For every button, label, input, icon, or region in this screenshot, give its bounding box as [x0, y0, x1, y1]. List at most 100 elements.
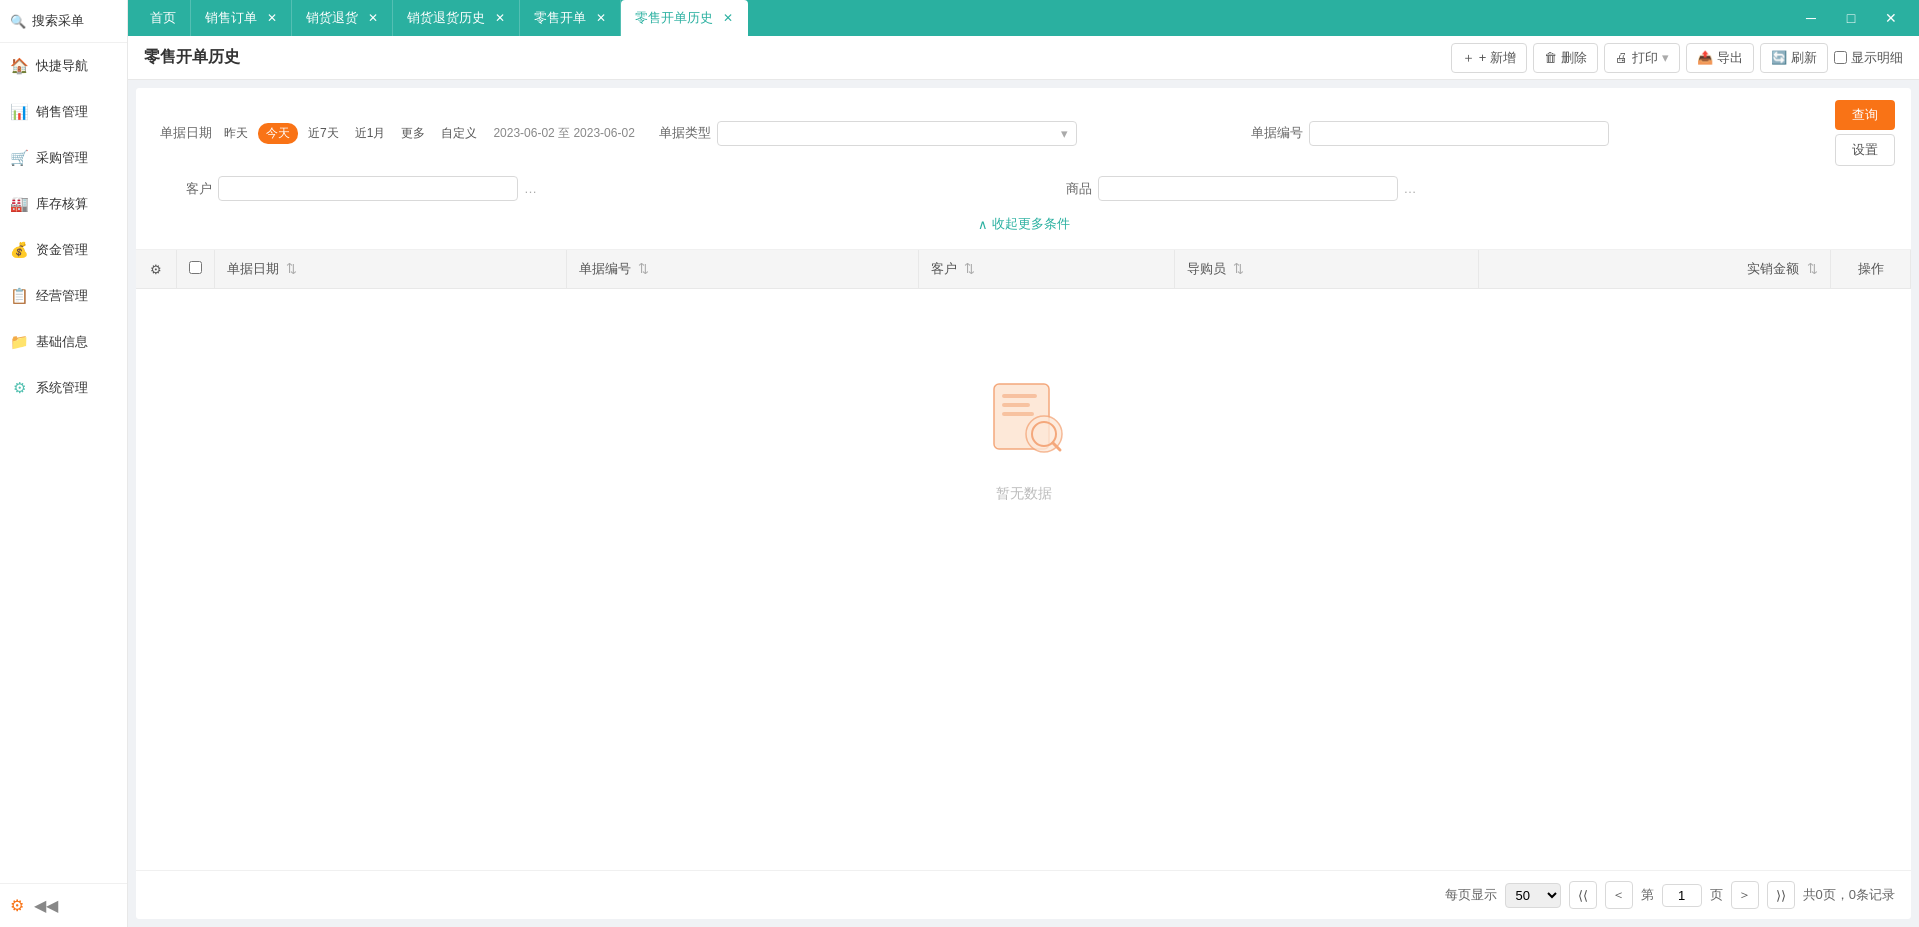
- print-icon: 🖨: [1615, 50, 1628, 65]
- order-type-label: 单据类型: [651, 124, 711, 142]
- export-icon: 📤: [1697, 50, 1713, 65]
- query-button[interactable]: 查询: [1835, 100, 1895, 130]
- tab-sales-return-history-close[interactable]: ✕: [495, 11, 505, 25]
- date-filter-label: 单据日期: [152, 124, 212, 142]
- print-dropdown-icon: ▾: [1662, 50, 1669, 65]
- order-no-input[interactable]: [1309, 121, 1609, 146]
- th-amount-label: 实销金额: [1747, 261, 1799, 276]
- page-prefix-label: 第: [1641, 886, 1654, 904]
- show-detail-checkbox[interactable]: [1834, 51, 1847, 64]
- page-number-input[interactable]: [1662, 884, 1702, 907]
- tab-retail-open[interactable]: 零售开单 ✕: [520, 0, 621, 36]
- sidebar-item-sys-mgmt[interactable]: ⚙ 系统管理: [0, 365, 127, 411]
- tab-retail-open-history[interactable]: 零售开单历史 ✕: [621, 0, 748, 36]
- date-btn-today[interactable]: 今天: [258, 123, 298, 144]
- th-date[interactable]: 单据日期 ⇅: [214, 250, 566, 289]
- date-btn-7days[interactable]: 近7天: [302, 123, 345, 144]
- add-label: + 新增: [1479, 49, 1516, 67]
- customer-input[interactable]: [218, 176, 518, 201]
- refresh-button[interactable]: 🔄 刷新: [1760, 43, 1828, 73]
- th-customer[interactable]: 客户 ⇅: [918, 250, 1174, 289]
- collapse-filter-btn[interactable]: ∧ 收起更多条件: [978, 211, 1070, 237]
- chart-icon: 📊: [10, 103, 28, 121]
- per-page-select[interactable]: 50 100 200: [1505, 883, 1561, 908]
- first-page-btn[interactable]: ⟨⟨: [1569, 881, 1597, 909]
- query-buttons: 查询 设置: [1835, 100, 1895, 166]
- tab-sales-return-history[interactable]: 销货退货历史 ✕: [393, 0, 520, 36]
- folder-icon: 📁: [10, 333, 28, 351]
- tab-sales-return-history-label: 销货退货历史: [407, 9, 485, 27]
- window-minimize-btn[interactable]: ─: [1791, 0, 1831, 36]
- next-page-btn[interactable]: ＞: [1731, 881, 1759, 909]
- show-detail-check[interactable]: 显示明细: [1834, 49, 1903, 67]
- th-checkbox[interactable]: [176, 250, 214, 289]
- select-all-checkbox[interactable]: [189, 261, 202, 274]
- delete-icon: 🗑: [1544, 50, 1557, 65]
- sidebar-search[interactable]: 🔍 搜索采单: [0, 0, 127, 43]
- sort-date-icon: ⇅: [286, 261, 297, 276]
- customer-dots[interactable]: …: [524, 181, 539, 196]
- th-amount[interactable]: 实销金额 ⇅: [1478, 250, 1830, 289]
- tab-sales-return-close[interactable]: ✕: [368, 11, 378, 25]
- goods-label: 商品: [1032, 180, 1092, 198]
- window-close-btn[interactable]: ✕: [1871, 0, 1911, 36]
- settings-footer-icon[interactable]: ⚙: [10, 896, 24, 915]
- order-no-label: 单据编号: [1243, 124, 1303, 142]
- th-no[interactable]: 单据编号 ⇅: [566, 250, 918, 289]
- add-button[interactable]: ＋ + 新增: [1451, 43, 1527, 73]
- sidebar-item-basic-info[interactable]: 📁 基础信息: [0, 319, 127, 365]
- goods-input[interactable]: [1098, 176, 1398, 201]
- sidebar-item-operation[interactable]: 📋 经营管理: [0, 273, 127, 319]
- sidebar-item-inventory[interactable]: 🏭 库存核算: [0, 181, 127, 227]
- cart-icon: 🛒: [10, 149, 28, 167]
- sort-salesperson-icon: ⇅: [1233, 261, 1244, 276]
- export-button[interactable]: 📤 导出: [1686, 43, 1754, 73]
- tab-sales-order-label: 销售订单: [205, 9, 257, 27]
- empty-text: 暂无数据: [996, 485, 1052, 503]
- sidebar-item-quick-nav[interactable]: 🏠 快捷导航: [0, 43, 127, 89]
- collapse-footer-icon[interactable]: ◀◀: [34, 896, 58, 915]
- tab-retail-open-history-label: 零售开单历史: [635, 9, 713, 27]
- delete-button[interactable]: 🗑 删除: [1533, 43, 1598, 73]
- th-action-label: 操作: [1858, 261, 1884, 276]
- last-page-btn[interactable]: ⟩⟩: [1767, 881, 1795, 909]
- money-icon: 💰: [10, 241, 28, 259]
- goods-dots[interactable]: …: [1404, 181, 1419, 196]
- prev-page-btn[interactable]: ＜: [1605, 881, 1633, 909]
- setting-button[interactable]: 设置: [1835, 134, 1895, 166]
- th-salesperson[interactable]: 导购员 ⇅: [1174, 250, 1478, 289]
- sidebar-item-finance[interactable]: 💰 资金管理: [0, 227, 127, 273]
- date-btn-custom[interactable]: 自定义: [435, 123, 483, 144]
- date-shortcuts: 昨天 今天 近7天 近1月 更多 自定义: [218, 123, 483, 144]
- svg-rect-1: [1002, 394, 1037, 398]
- search-icon: 🔍: [10, 14, 26, 29]
- warehouse-icon: 🏭: [10, 195, 28, 213]
- empty-illustration: [974, 369, 1074, 469]
- sidebar-item-label: 库存核算: [36, 195, 88, 213]
- sidebar-item-sales-mgmt[interactable]: 📊 销售管理: [0, 89, 127, 135]
- sidebar-item-label: 系统管理: [36, 379, 88, 397]
- collapse-up-icon: ∧: [978, 217, 988, 232]
- tab-sales-order-close[interactable]: ✕: [267, 11, 277, 25]
- print-button[interactable]: 🖨 打印 ▾: [1604, 43, 1680, 73]
- window-maximize-btn[interactable]: □: [1831, 0, 1871, 36]
- tab-sales-return[interactable]: 销货退货 ✕: [292, 0, 393, 36]
- content-area: 单据日期 昨天 今天 近7天 近1月 更多 自定义 2023-06-02 至 2…: [136, 88, 1911, 919]
- sidebar-item-purchase-mgmt[interactable]: 🛒 采购管理: [0, 135, 127, 181]
- tab-sales-order[interactable]: 销售订单 ✕: [191, 0, 292, 36]
- main-area: 首页 销售订单 ✕ 销货退货 ✕ 销货退货历史 ✕ 零售开单 ✕ 零售开单历史 …: [128, 0, 1919, 927]
- date-btn-1month[interactable]: 近1月: [349, 123, 392, 144]
- refresh-label: 刷新: [1791, 49, 1817, 67]
- order-type-select[interactable]: ▾: [717, 121, 1077, 146]
- date-btn-more[interactable]: 更多: [395, 123, 431, 144]
- tab-home[interactable]: 首页: [136, 0, 191, 36]
- svg-rect-3: [1002, 412, 1034, 416]
- table-wrapper: ⚙ 单据日期 ⇅ 单据编号 ⇅ 客户 ⇅: [136, 250, 1911, 870]
- tab-retail-open-history-close[interactable]: ✕: [723, 11, 733, 25]
- print-label: 打印: [1632, 49, 1658, 67]
- date-btn-yesterday[interactable]: 昨天: [218, 123, 254, 144]
- tab-retail-open-label: 零售开单: [534, 9, 586, 27]
- th-settings[interactable]: ⚙: [136, 250, 176, 289]
- sidebar-item-label: 销售管理: [36, 103, 88, 121]
- tab-retail-open-close[interactable]: ✕: [596, 11, 606, 25]
